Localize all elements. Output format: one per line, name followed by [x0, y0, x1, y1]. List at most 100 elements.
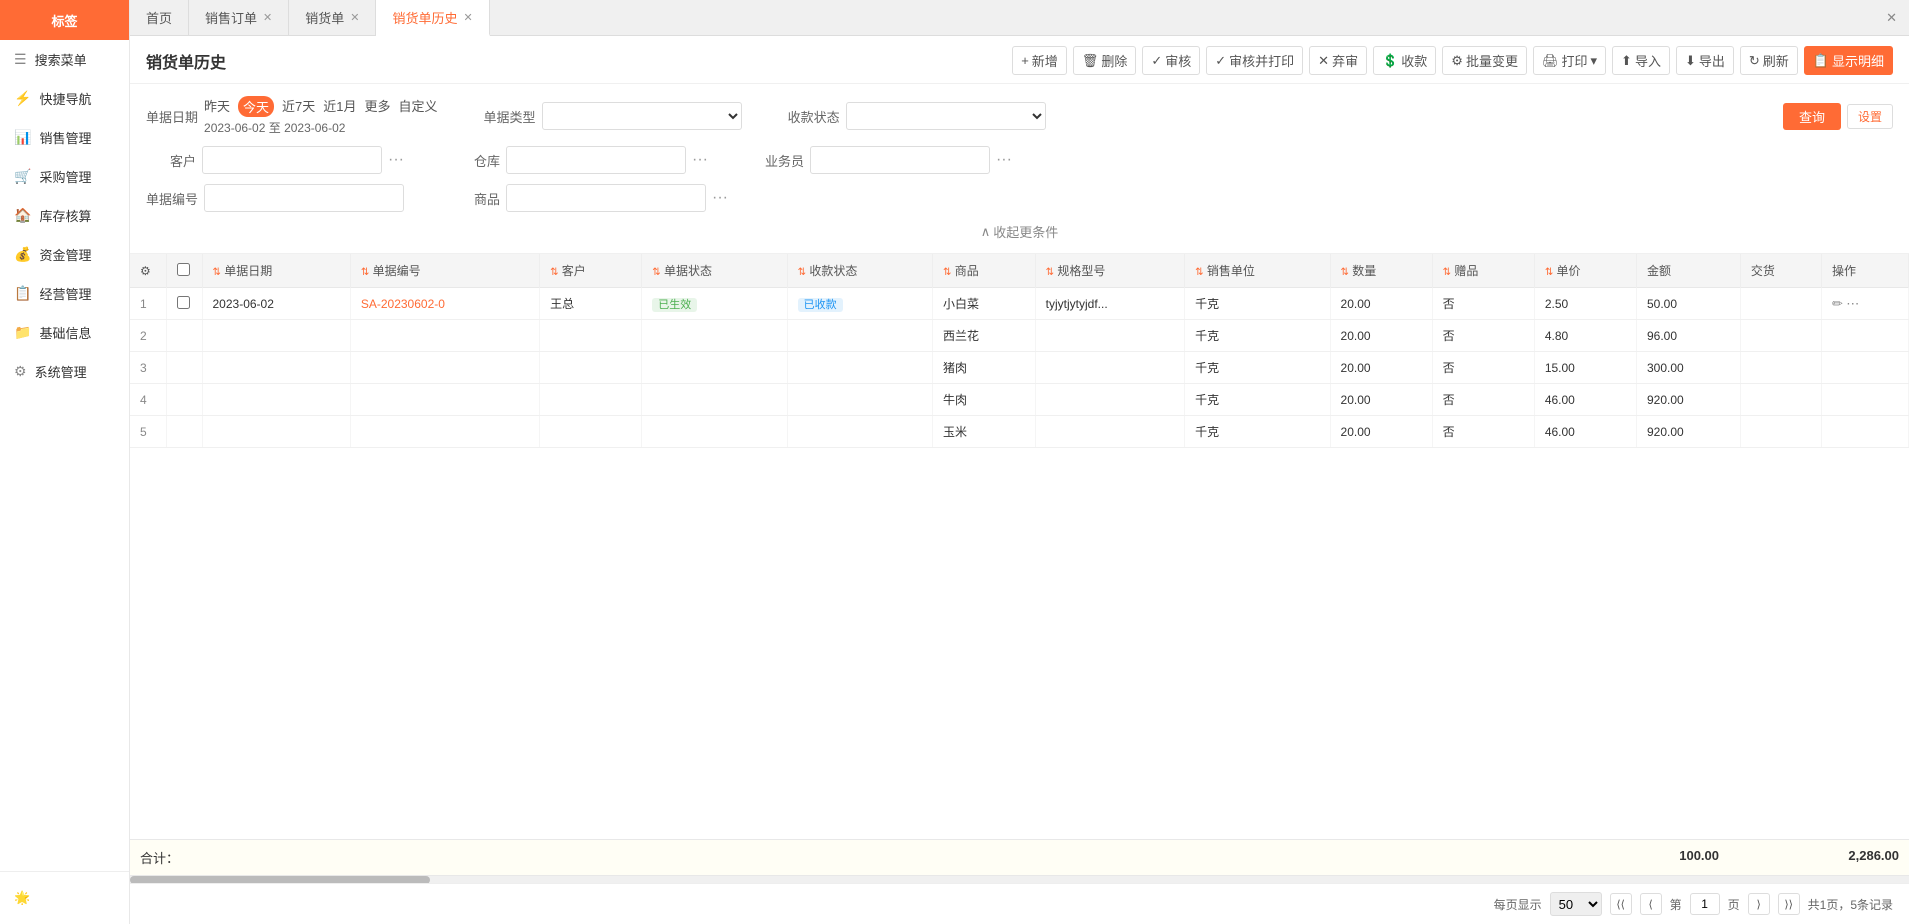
- filter-area: 单据日期 昨天 今天 近7天 近1月 更多 自定义 2023-06-02 至 2…: [130, 84, 1909, 254]
- refresh-button[interactable]: ↻ 刷新: [1740, 46, 1798, 75]
- prev-page-btn[interactable]: ⟨: [1640, 893, 1662, 915]
- sidebar: 标签 ☰ 搜索菜单 ⚡ 快捷导航 📊 销售管理 🛒 采购管理 🏠 库存核算 💰 …: [0, 0, 130, 924]
- batch-change-button[interactable]: ⚙ 批量变更: [1442, 46, 1527, 75]
- tab-sales-history-close[interactable]: ✕: [464, 11, 473, 24]
- sidebar-item-inventory[interactable]: 🏠 库存核算: [0, 196, 129, 235]
- doc-status-badge: 已生效: [652, 298, 697, 312]
- doc-no-link[interactable]: SA-20230602-0: [361, 297, 445, 311]
- sidebar-item-operations-mgmt[interactable]: 📋 经营管理: [0, 274, 129, 313]
- query-button[interactable]: 查询: [1783, 103, 1841, 130]
- warehouse-input[interactable]: [506, 146, 686, 174]
- more-icon[interactable]: ⋯: [1846, 296, 1859, 311]
- tab-home[interactable]: 首页: [130, 0, 189, 36]
- cell-amount: 920.00: [1636, 416, 1740, 448]
- product-input[interactable]: [506, 184, 706, 212]
- audit-print-icon: ✓: [1215, 53, 1226, 69]
- sidebar-item-search-menu[interactable]: ☰ 搜索菜单: [0, 40, 129, 79]
- import-button[interactable]: ⬆ 导入: [1612, 46, 1670, 75]
- print-button[interactable]: 🖨 打印 ▾: [1533, 46, 1606, 75]
- edit-icon[interactable]: ✏: [1832, 296, 1843, 311]
- date-tabs: 昨天 今天 近7天 近1月 更多 自定义: [204, 96, 438, 117]
- audit-button[interactable]: ✓ 审核: [1142, 46, 1200, 75]
- date-label: 单据日期: [146, 107, 198, 126]
- col-sales-unit[interactable]: ⇅ 销售单位: [1185, 254, 1330, 288]
- content-area: 销货单历史 + 新增 🗑 删除 ✓ 审核 ✓ 审核并打印: [130, 36, 1909, 924]
- col-unit-price[interactable]: ⇅ 单价: [1534, 254, 1636, 288]
- sidebar-item-quick-nav[interactable]: ⚡ 快捷导航: [0, 79, 129, 118]
- abandon-button[interactable]: ✕ 弃审: [1309, 46, 1367, 75]
- purchase-icon: 🛒: [14, 168, 31, 185]
- col-spec-type[interactable]: ⇅ 规格型号: [1035, 254, 1184, 288]
- date-value: 2023-06-02 至 2023-06-02: [204, 119, 438, 136]
- col-doc-no[interactable]: ⇅ 单据编号: [350, 254, 539, 288]
- product-dots-btn[interactable]: ···: [712, 190, 728, 206]
- audit-print-button[interactable]: ✓ 审核并打印: [1206, 46, 1303, 75]
- first-page-btn[interactable]: ⟨⟨: [1610, 893, 1632, 915]
- col-customer[interactable]: ⇅ 客户: [540, 254, 642, 288]
- cell-doc-status: [642, 416, 787, 448]
- table-row: 2 西兰花 千克 20.00 否 4.80 96.00: [130, 320, 1909, 352]
- sidebar-item-system-mgmt[interactable]: ⚙ 系统管理: [0, 352, 129, 391]
- payment-status-select[interactable]: [846, 102, 1046, 130]
- date-tab-more[interactable]: 更多: [365, 96, 391, 117]
- table-row: 4 牛肉 千克 20.00 否 46.00 920.00: [130, 384, 1909, 416]
- sort-icon: ⇅: [1443, 267, 1451, 278]
- per-page-label: 每页显示: [1494, 896, 1542, 913]
- scrollbar-thumb[interactable]: [130, 876, 430, 883]
- tab-bar: 首页 销售订单 ✕ 销货单 ✕ 销货单历史 ✕ ✕: [130, 0, 1909, 36]
- date-tab-today[interactable]: 今天: [238, 96, 274, 117]
- warehouse-dots-btn[interactable]: ···: [692, 152, 708, 168]
- col-settings[interactable]: ⚙: [130, 254, 166, 288]
- date-tab-7days[interactable]: 近7天: [282, 96, 315, 117]
- last-page-btn[interactable]: ⟩⟩: [1778, 893, 1800, 915]
- collapse-button[interactable]: ∧ 收起更条件: [981, 222, 1059, 241]
- row-checkbox[interactable]: [177, 296, 190, 309]
- col-payment-status[interactable]: ⇅ 收款状态: [787, 254, 932, 288]
- tab-bar-close-all[interactable]: ✕: [1874, 10, 1909, 26]
- tab-sales-history[interactable]: 销货单历史 ✕: [376, 0, 489, 36]
- next-page-btn[interactable]: ⟩: [1748, 893, 1770, 915]
- sidebar-item-base-info[interactable]: 📁 基础信息: [0, 313, 129, 352]
- tab-sales-order[interactable]: 销售订单 ✕: [189, 0, 289, 36]
- cell-operation: [1821, 320, 1908, 352]
- tab-sales-order-close[interactable]: ✕: [263, 11, 272, 24]
- cell-spec-type: [1035, 416, 1184, 448]
- cell-unit-price: 4.80: [1534, 320, 1636, 352]
- filter-settings-button[interactable]: 设置: [1847, 104, 1893, 129]
- col-gift[interactable]: ⇅ 赠品: [1432, 254, 1534, 288]
- inventory-icon: 🏠: [14, 207, 31, 224]
- sidebar-item-purchase-mgmt[interactable]: 🛒 采购管理: [0, 157, 129, 196]
- salesperson-dots-btn[interactable]: ···: [996, 152, 1012, 168]
- tab-sales-delivery-close[interactable]: ✕: [350, 11, 359, 24]
- col-quantity[interactable]: ⇅ 数量: [1330, 254, 1432, 288]
- customer-dots-btn[interactable]: ···: [388, 152, 404, 168]
- customer-input[interactable]: [202, 146, 382, 174]
- per-page-select[interactable]: 50 100 200: [1550, 892, 1602, 916]
- payment-status-badge: 已收款: [798, 298, 843, 312]
- select-all-checkbox[interactable]: [177, 263, 190, 276]
- date-tab-yesterday[interactable]: 昨天: [204, 96, 230, 117]
- date-tab-1month[interactable]: 近1月: [323, 96, 356, 117]
- page-input[interactable]: [1690, 893, 1720, 915]
- delete-button[interactable]: 🗑 删除: [1073, 46, 1137, 75]
- cell-customer: 王总: [540, 288, 642, 320]
- new-button[interactable]: + 新增: [1012, 46, 1067, 75]
- col-product[interactable]: ⇅ 商品: [932, 254, 1035, 288]
- collect-button[interactable]: 💲 收款: [1373, 46, 1436, 75]
- horizontal-scrollbar[interactable]: [130, 875, 1909, 883]
- sidebar-bottom: 🌟: [0, 871, 129, 924]
- tab-sales-delivery[interactable]: 销货单 ✕: [289, 0, 376, 36]
- sidebar-item-sales-mgmt[interactable]: 📊 销售管理: [0, 118, 129, 157]
- sidebar-item-finance-mgmt[interactable]: 💰 资金管理: [0, 235, 129, 274]
- export-button[interactable]: ⬇ 导出: [1676, 46, 1734, 75]
- col-amount: 金额: [1636, 254, 1740, 288]
- show-detail-button[interactable]: 📋 显示明细: [1804, 46, 1893, 75]
- sidebar-bottom-item1[interactable]: 🌟: [0, 880, 129, 916]
- doc-no-input[interactable]: [204, 184, 404, 212]
- col-doc-status[interactable]: ⇅ 单据状态: [642, 254, 787, 288]
- cell-doc-status: 已生效: [642, 288, 787, 320]
- salesperson-input[interactable]: [810, 146, 990, 174]
- col-date[interactable]: ⇅ 单据日期: [202, 254, 350, 288]
- date-tab-custom[interactable]: 自定义: [399, 96, 438, 117]
- doc-type-select[interactable]: [542, 102, 742, 130]
